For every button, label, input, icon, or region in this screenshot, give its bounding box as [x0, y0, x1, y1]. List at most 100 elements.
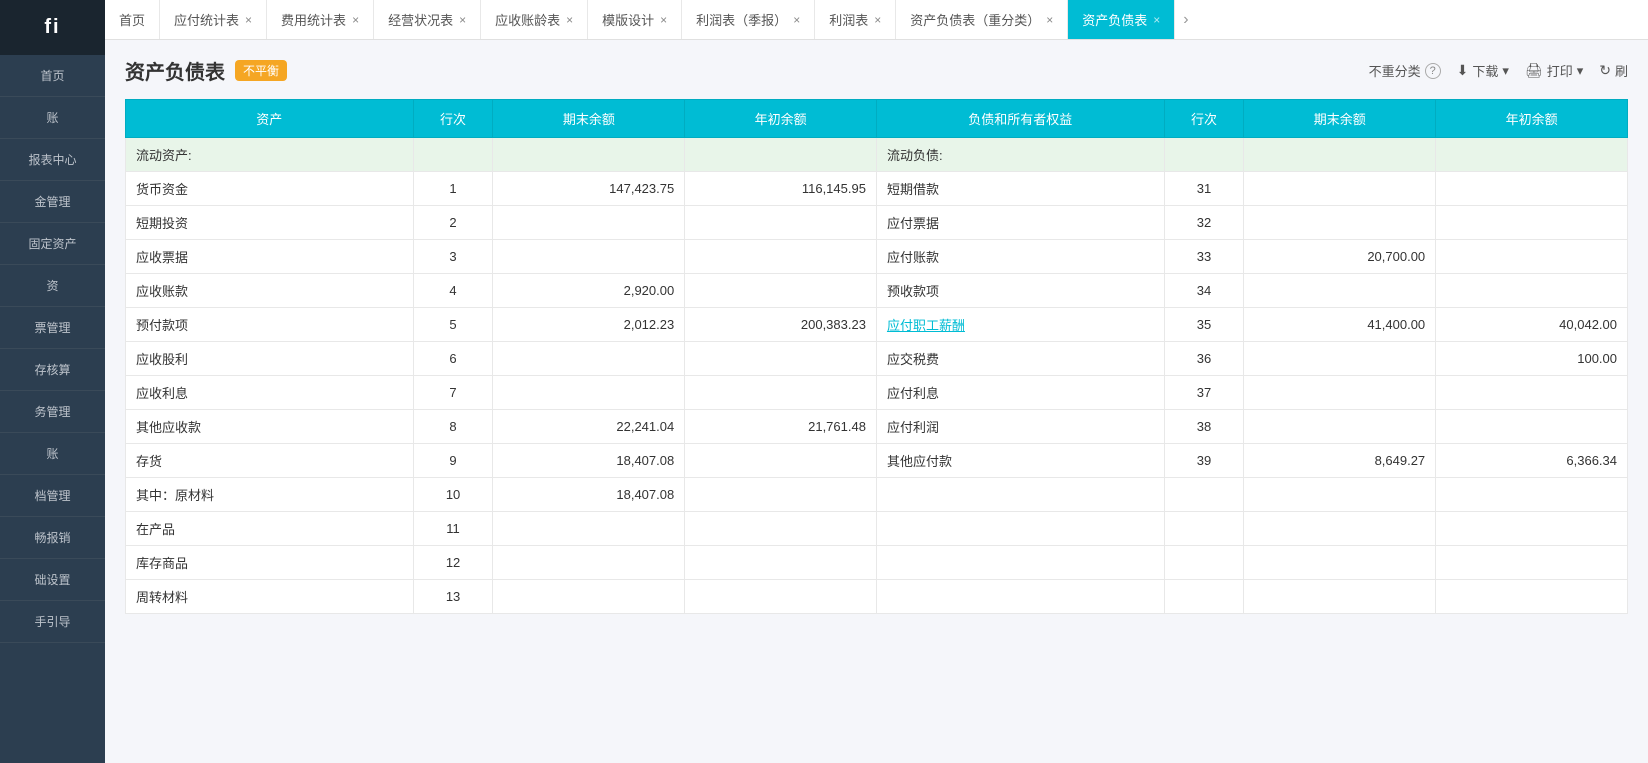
sidebar-item-account[interactable]: 账 [0, 97, 105, 139]
sidebar-item-ticket-mgmt[interactable]: 票管理 [0, 307, 105, 349]
tab-home[interactable]: 首页 [105, 0, 160, 39]
left-label: 应收利息 [126, 376, 414, 410]
close-tab-operation-status[interactable]: × [459, 13, 466, 27]
close-tab-balance[interactable]: × [1153, 13, 1160, 27]
right-period-end[interactable] [1244, 580, 1436, 614]
left-year-begin[interactable] [685, 274, 877, 308]
left-year-begin[interactable] [685, 478, 877, 512]
right-period-end[interactable]: 8,649.27 [1244, 444, 1436, 478]
download-btn[interactable]: ⬇ 下载 ▾ [1457, 61, 1509, 80]
left-period-end[interactable]: 18,407.08 [493, 478, 685, 512]
right-period-end[interactable]: 20,700.00 [1244, 240, 1436, 274]
tab-profit[interactable]: 利润表 × [815, 0, 896, 39]
sidebar-item-affairs-mgmt[interactable]: 务管理 [0, 391, 105, 433]
sidebar-item-assets[interactable]: 资 [0, 265, 105, 307]
right-period-end[interactable] [1244, 410, 1436, 444]
left-period-end[interactable] [493, 580, 685, 614]
sidebar-item-guide[interactable]: 手引导 [0, 601, 105, 643]
no-reclassify-btn[interactable]: 不重分类 ? [1369, 61, 1441, 80]
left-year-begin[interactable]: 116,145.95 [685, 172, 877, 206]
right-year-begin[interactable] [1436, 546, 1628, 580]
sidebar-item-fixed-assets[interactable]: 固定资产 [0, 223, 105, 265]
left-period-end[interactable]: 147,423.75 [493, 172, 685, 206]
left-period-end[interactable] [493, 376, 685, 410]
status-badge: 不平衡 [235, 60, 287, 81]
left-year-begin[interactable] [685, 444, 877, 478]
right-period-end[interactable] [1244, 376, 1436, 410]
left-period-end[interactable] [493, 240, 685, 274]
sidebar-item-inventory[interactable]: 存核算 [0, 349, 105, 391]
right-year-begin[interactable] [1436, 274, 1628, 308]
left-year-begin[interactable] [685, 376, 877, 410]
sidebar-item-expense[interactable]: 畅报销 [0, 517, 105, 559]
close-tab-expense-stats[interactable]: × [352, 13, 359, 27]
tab-receivable-age[interactable]: 应收账龄表 × [481, 0, 588, 39]
left-period-end[interactable] [493, 512, 685, 546]
left-label: 在产品 [126, 512, 414, 546]
tab-scroll-right[interactable]: › [1175, 11, 1196, 29]
sidebar-item-file-mgmt[interactable]: 档管理 [0, 475, 105, 517]
close-tab-profit-quarterly[interactable]: × [793, 13, 800, 27]
right-period-end[interactable] [1244, 478, 1436, 512]
close-tab-profit[interactable]: × [874, 13, 881, 27]
right-period-end[interactable] [1244, 172, 1436, 206]
left-period-end[interactable] [493, 546, 685, 580]
col-year-begin2: 年初余额 [1436, 100, 1628, 138]
sidebar-item-ledger[interactable]: 账 [0, 433, 105, 475]
left-year-begin[interactable] [685, 580, 877, 614]
table-row: 库存商品 12 [126, 546, 1628, 580]
tab-profit-quarterly[interactable]: 利润表（季报） × [682, 0, 815, 39]
left-period-end[interactable] [493, 342, 685, 376]
right-year-begin[interactable] [1436, 478, 1628, 512]
left-year-begin[interactable] [685, 342, 877, 376]
chevron-down-icon: ▾ [1502, 63, 1509, 79]
right-period-end[interactable] [1244, 274, 1436, 308]
tab-balance[interactable]: 资产负债表 × [1068, 0, 1175, 39]
table-row: 存货 9 18,407.08 其他应付款 39 8,649.27 6,366.3… [126, 444, 1628, 478]
sidebar-item-report-center[interactable]: 报表中心 [0, 139, 105, 181]
left-period-end[interactable] [493, 206, 685, 240]
right-year-begin[interactable] [1436, 172, 1628, 206]
left-label: 短期投资 [126, 206, 414, 240]
left-year-begin[interactable] [685, 546, 877, 580]
left-year-begin[interactable]: 200,383.23 [685, 308, 877, 342]
help-icon[interactable]: ? [1425, 63, 1441, 79]
right-year-begin[interactable]: 6,366.34 [1436, 444, 1628, 478]
right-year-begin[interactable]: 100.00 [1436, 342, 1628, 376]
right-period-end[interactable] [1244, 206, 1436, 240]
right-year-begin[interactable] [1436, 410, 1628, 444]
left-year-begin[interactable]: 21,761.48 [685, 410, 877, 444]
print-btn[interactable]: 🖨 打印 ▾ [1525, 61, 1583, 80]
tab-operation-status[interactable]: 经营状况表 × [374, 0, 481, 39]
left-year-begin[interactable] [685, 512, 877, 546]
close-tab-payable-stats[interactable]: × [245, 13, 252, 27]
right-year-begin[interactable] [1436, 512, 1628, 546]
right-row-num [1164, 512, 1244, 546]
right-period-end[interactable]: 41,400.00 [1244, 308, 1436, 342]
refresh-btn[interactable]: ↻ 刷 [1599, 61, 1628, 80]
sidebar-item-home[interactable]: 首页 [0, 55, 105, 97]
left-period-end[interactable]: 2,012.23 [493, 308, 685, 342]
left-period-end[interactable]: 22,241.04 [493, 410, 685, 444]
tab-balance-reclassify[interactable]: 资产负债表（重分类） × [896, 0, 1068, 39]
tab-payable-stats[interactable]: 应付统计表 × [160, 0, 267, 39]
sidebar-item-fund-mgmt[interactable]: 金管理 [0, 181, 105, 223]
right-year-begin[interactable] [1436, 376, 1628, 410]
right-year-begin[interactable]: 40,042.00 [1436, 308, 1628, 342]
right-year-begin[interactable] [1436, 240, 1628, 274]
close-tab-balance-reclassify[interactable]: × [1046, 13, 1053, 27]
left-year-begin[interactable] [685, 240, 877, 274]
left-year-begin[interactable] [685, 206, 877, 240]
left-period-end[interactable]: 18,407.08 [493, 444, 685, 478]
close-tab-receivable-age[interactable]: × [566, 13, 573, 27]
close-tab-template-design[interactable]: × [660, 13, 667, 27]
left-period-end[interactable]: 2,920.00 [493, 274, 685, 308]
right-year-begin[interactable] [1436, 580, 1628, 614]
right-period-end[interactable] [1244, 342, 1436, 376]
tab-expense-stats[interactable]: 费用统计表 × [267, 0, 374, 39]
sidebar-item-base-settings[interactable]: 础设置 [0, 559, 105, 601]
right-period-end[interactable] [1244, 546, 1436, 580]
tab-template-design[interactable]: 模版设计 × [588, 0, 682, 39]
right-period-end[interactable] [1244, 512, 1436, 546]
right-year-begin[interactable] [1436, 206, 1628, 240]
